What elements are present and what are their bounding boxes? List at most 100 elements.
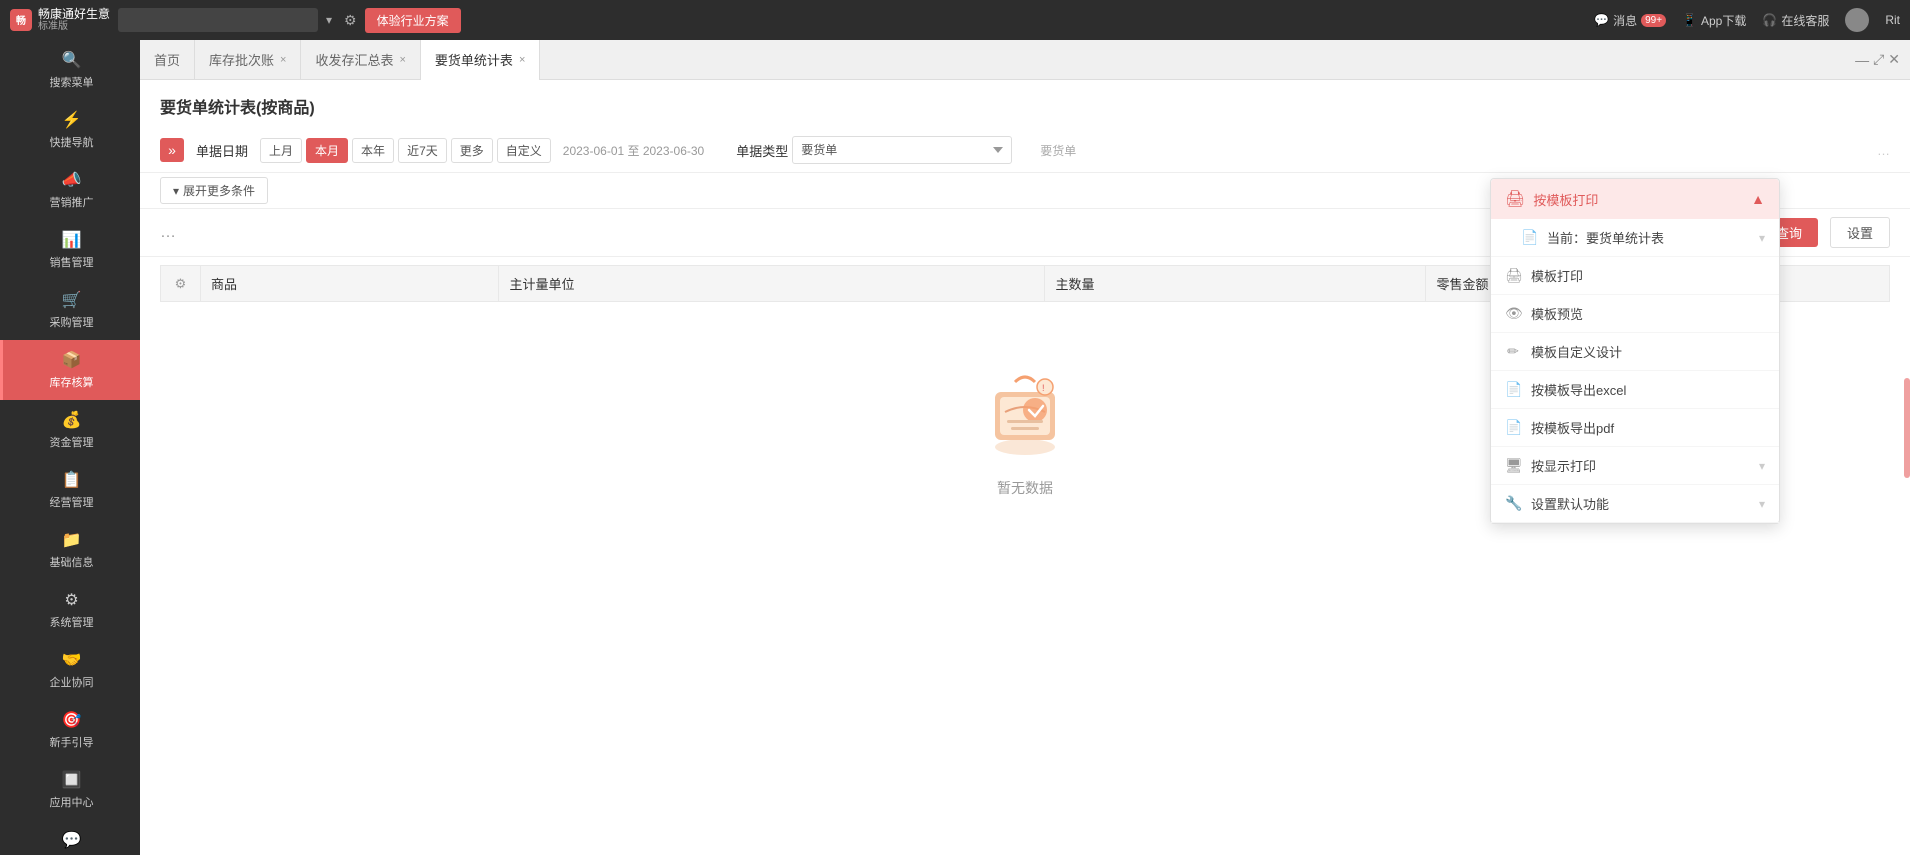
dropdown-header-left: 🖨 按模板打印 [1505,189,1598,209]
expand-more-chevron: ▾ [173,184,179,198]
print-dropdown: 🖨 按模板打印 ▲ 📄 当前：要货单统计表 ▾ 🖨 模板打印 👁 模板预览 [1490,178,1780,524]
dropdown-item-template-design[interactable]: ✏ 模板自定义设计 [1491,333,1779,371]
app-download-btn[interactable]: 📱 App下载 [1682,12,1746,29]
tab-home[interactable]: 首页 [140,40,195,80]
scroll-indicator[interactable] [1904,378,1910,478]
tab-order-stats[interactable]: 要货单统计表 × [421,40,540,80]
app-download-label: App下载 [1701,12,1746,29]
dropdown-item-template-pdf[interactable]: 📄 按模板导出pdf [1491,409,1779,447]
settings-button[interactable]: 设置 [1830,217,1890,248]
current-label-text: 当前：要货单统计表 [1547,231,1664,246]
purchase-icon: 🛒 [62,290,82,310]
th-setting: ⚙ [161,266,201,302]
search-chevron-icon[interactable]: ▾ [326,13,332,27]
date-btn-recent7[interactable]: 近7天 [398,138,447,163]
date-filter-label: 单据日期 [196,141,248,160]
toolbar-more-icon[interactable]: … [160,224,176,242]
date-btn-more[interactable]: 更多 [451,138,493,163]
sidebar-label-guide: 新手引导 [50,734,94,750]
top-bar-right: 💬 消息 99+ 📱 App下载 🎧 在线客服 Rit [1594,8,1900,32]
date-btn-current[interactable]: 本月 [306,138,348,163]
dropdown-set-default-label: 设置默认功能 [1531,494,1749,513]
tab-collection-close-icon[interactable]: × [399,54,405,66]
sidebar-label-operation: 经营管理 [50,494,94,510]
date-btn-year[interactable]: 本年 [352,138,394,163]
sidebar-item-apps[interactable]: 🔲 应用中心 [0,760,140,820]
sidebar-item-collab[interactable]: 🤝 企业协同 [0,640,140,700]
svg-text:!: ! [1042,383,1045,393]
sidebar-item-basic[interactable]: 📁 基础信息 [0,520,140,580]
sidebar-item-marketing[interactable]: 📣 营销推广 [0,160,140,220]
sidebar-label-shortcut: 快捷导航 [50,134,94,150]
date-buttons: 上月 本月 本年 近7天 更多 自定义 [260,138,551,163]
type-filter-label: 单据类型 [736,141,788,160]
tab-order-stats-close-icon[interactable]: × [519,54,525,66]
template-print-icon: 🖨 [1505,267,1521,284]
close-window-icon[interactable]: ✕ [1888,51,1900,68]
online-service-btn[interactable]: 🎧 在线客服 [1762,12,1829,29]
sidebar-label-apps: 应用中心 [50,794,94,810]
trial-button[interactable]: 体验行业方案 [365,8,461,33]
inventory-icon: 📦 [62,350,82,370]
filter-expand-button[interactable]: » [160,138,184,162]
sidebar-item-system[interactable]: ⚙ 系统管理 [0,580,140,640]
minimize-icon[interactable]: — [1855,52,1869,68]
expand-more-button[interactable]: ▾ 展开更多条件 [160,177,268,204]
empty-text: 暂无数据 [997,478,1053,498]
sidebar-item-inventory[interactable]: 📦 库存核算 [0,340,140,400]
sidebar-item-search[interactable]: 🔍 搜索菜单 [0,40,140,100]
message-btn[interactable]: 💬 消息 99+ [1594,12,1666,29]
dropdown-display-print-label: 按显示打印 [1531,456,1749,475]
sidebar-item-finance[interactable]: 💰 资金管理 [0,400,140,460]
dropdown-item-template-excel[interactable]: 📄 按模板导出excel [1491,371,1779,409]
settings-gear-icon[interactable]: ⚙ [344,12,357,29]
date-range-display: 2023-06-01 至 2023-06-30 [563,142,704,159]
date-btn-prev[interactable]: 上月 [260,138,302,163]
display-print-arrow-icon: ▾ [1759,459,1765,473]
dropdown-item-template-print[interactable]: 🖨 模板打印 [1491,257,1779,295]
maximize-icon[interactable]: ⤢ [1873,51,1884,68]
tab-collection[interactable]: 收发存汇总表 × [301,40,420,80]
filter-right: … [1877,143,1890,158]
online-service-label: 在线客服 [1781,12,1829,29]
app-logo: 畅 畅康通好生意 标准版 [10,7,110,33]
date-btn-custom[interactable]: 自定义 [497,138,551,163]
logo-icon: 畅 [10,9,32,31]
dropdown-item-label-template-pdf: 按模板导出pdf [1531,418,1765,437]
sidebar-item-guide[interactable]: 🎯 新手引导 [0,700,140,760]
sidebar-item-sales[interactable]: 📊 销售管理 [0,220,140,280]
dropdown-display-print[interactable]: 🖥 按显示打印 ▾ [1491,447,1779,485]
avatar[interactable] [1845,8,1869,32]
current-template-icon: 📄 [1521,229,1537,246]
apps-icon: 🔲 [62,770,82,790]
sidebar-item-shortcut[interactable]: ⚡ 快捷导航 [0,100,140,160]
dropdown-title: 按模板打印 [1533,190,1598,209]
sidebar-item-wechat[interactable]: 💬 企业微信 [0,820,140,855]
dropdown-set-default[interactable]: 🔧 设置默认功能 ▾ [1491,485,1779,523]
tab-window-controls: — ⤢ ✕ [1845,51,1910,68]
template-pdf-icon: 📄 [1505,419,1521,436]
shortcut-icon: ⚡ [62,110,82,130]
page-title: 要货单统计表(按商品) [140,80,1910,128]
dropdown-current-template[interactable]: 📄 当前：要货单统计表 ▾ [1491,219,1779,257]
dropdown-item-label-template-print: 模板打印 [1531,266,1765,285]
service-icon: 🎧 [1762,13,1777,27]
search-input[interactable] [118,8,318,32]
type-filter-select[interactable]: 要货单 [792,136,1012,164]
dropdown-collapse-icon[interactable]: ▲ [1751,191,1765,207]
tab-batch[interactable]: 库存批次账 × [195,40,301,80]
dropdown-item-template-preview[interactable]: 👁 模板预览 [1491,295,1779,333]
sidebar-label-collab: 企业协同 [50,674,94,690]
message-badge: 99+ [1641,14,1666,27]
column-settings-icon[interactable]: ⚙ [175,276,187,291]
sidebar: 🔍 搜索菜单 ⚡ 快捷导航 📣 营销推广 📊 销售管理 🛒 采购管理 📦 库存核… [0,40,140,855]
app-name: 畅康通好生意 [38,7,110,21]
dropdown-header: 🖨 按模板打印 ▲ [1491,179,1779,219]
main-layout: 🔍 搜索菜单 ⚡ 快捷导航 📣 营销推广 📊 销售管理 🛒 采购管理 📦 库存核… [0,40,1910,855]
sidebar-item-operation[interactable]: 📋 经营管理 [0,460,140,520]
tab-batch-close-icon[interactable]: × [280,54,286,66]
sidebar-item-purchase[interactable]: 🛒 采购管理 [0,280,140,340]
empty-icon: ! [975,362,1075,462]
dropdown-item-label-template-preview: 模板预览 [1531,304,1765,323]
dropdown-item-label-template-design: 模板自定义设计 [1531,342,1765,361]
